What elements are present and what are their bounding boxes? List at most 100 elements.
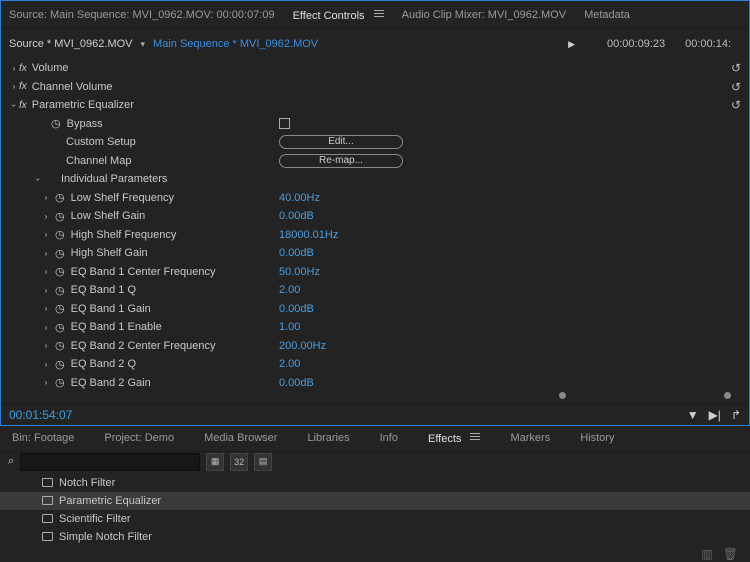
param-value[interactable]: 0.00dB <box>279 210 314 222</box>
effect-list-item[interactable]: Simple Notch Filter <box>0 528 750 546</box>
chevron-down-icon[interactable]: › <box>10 100 19 110</box>
param-row[interactable]: ›◷EQ Band 1 Gain0.00dB <box>1 300 749 319</box>
param-row[interactable]: ›◷EQ Band 1 Enable1.00 <box>1 318 749 337</box>
tab-markers[interactable]: Markers <box>510 432 550 444</box>
fx-icon[interactable]: fx <box>19 81 27 92</box>
param-value[interactable]: 40.00Hz <box>279 192 320 204</box>
panel-menu-icon[interactable] <box>470 431 480 442</box>
timecode-display[interactable]: 00:01:54:07 <box>9 408 72 422</box>
tab-bin[interactable]: Bin: Footage <box>12 432 74 444</box>
chevron-right-icon[interactable]: › <box>41 249 51 258</box>
chevron-right-icon[interactable]: › <box>41 286 51 295</box>
chevron-right-icon[interactable]: › <box>41 360 51 369</box>
edit-button[interactable]: Edit... <box>279 135 403 149</box>
stopwatch-icon[interactable]: ◷ <box>55 265 65 278</box>
playhead-icon[interactable]: ▶ <box>568 39 575 50</box>
bypass-checkbox[interactable] <box>279 118 290 129</box>
preset-badge-yuv[interactable]: ▤ <box>254 453 272 471</box>
chevron-right-icon[interactable]: › <box>41 323 51 332</box>
effect-channel-volume[interactable]: › fx Channel Volume ↺ <box>1 78 749 97</box>
export-frame-icon[interactable]: ↱ <box>731 408 741 422</box>
sequence-clip-label[interactable]: Main Sequence * MVI_0962.MOV <box>153 38 318 50</box>
chevron-right-icon[interactable]: › <box>41 304 51 313</box>
panel-footer: ▥ 🗑 <box>0 546 750 562</box>
chevron-right-icon[interactable]: › <box>41 341 51 350</box>
effect-volume[interactable]: › fx Volume ↺ <box>1 59 749 78</box>
stopwatch-icon[interactable]: ◷ <box>55 376 65 389</box>
chevron-right-icon[interactable]: › <box>41 230 51 239</box>
new-bin-icon[interactable]: ▥ <box>701 547 712 561</box>
scroll-handle-left[interactable] <box>559 392 566 399</box>
stopwatch-icon[interactable]: ◷ <box>55 358 65 371</box>
chevron-down-icon[interactable]: ▾ <box>141 39 146 50</box>
stopwatch-icon[interactable]: ◷ <box>55 339 65 352</box>
tab-audio-mixer[interactable]: Audio Clip Mixer: MVI_0962.MOV <box>402 9 566 21</box>
scroll-handle-right[interactable] <box>724 392 731 399</box>
zoom-scrollbar[interactable] <box>1 389 749 403</box>
panel-menu-icon[interactable] <box>374 8 384 19</box>
stopwatch-icon[interactable]: ◷ <box>55 247 65 260</box>
stopwatch-icon[interactable]: ◷ <box>55 210 65 223</box>
reset-icon[interactable]: ↺ <box>731 80 741 94</box>
param-row[interactable]: ›◷Low Shelf Gain0.00dB <box>1 207 749 226</box>
param-value[interactable]: 200.00Hz <box>279 340 326 352</box>
effect-list-item[interactable]: Scientific Filter <box>0 510 750 528</box>
stopwatch-icon[interactable]: ◷ <box>51 117 61 130</box>
effects-search-input[interactable] <box>20 453 200 471</box>
param-value[interactable]: 1.00 <box>279 321 300 333</box>
param-value[interactable]: 18000.01Hz <box>279 229 338 241</box>
tab-source[interactable]: Source: Main Sequence: MVI_0962.MOV: 00:… <box>9 9 275 21</box>
param-value[interactable]: 0.00dB <box>279 247 314 259</box>
tab-history[interactable]: History <box>580 432 614 444</box>
reset-icon[interactable]: ↺ <box>731 98 741 112</box>
preset-badge-1[interactable]: ▦ <box>206 453 224 471</box>
stopwatch-icon[interactable]: ◷ <box>55 302 65 315</box>
fx-icon[interactable]: fx <box>19 63 27 74</box>
tab-info[interactable]: Info <box>380 432 398 444</box>
reset-icon[interactable]: ↺ <box>731 61 741 75</box>
param-row[interactable]: ›◷Low Shelf Frequency40.00Hz <box>1 189 749 208</box>
source-clip-label[interactable]: Source * MVI_0962.MOV <box>9 38 133 50</box>
tab-media-browser[interactable]: Media Browser <box>204 432 277 444</box>
param-value[interactable]: 2.00 <box>279 284 300 296</box>
tab-libraries[interactable]: Libraries <box>307 432 349 444</box>
tab-project[interactable]: Project: Demo <box>104 432 174 444</box>
filter-icon[interactable]: ▼ <box>687 408 699 422</box>
chevron-right-icon[interactable]: › <box>41 267 51 276</box>
tab-metadata[interactable]: Metadata <box>584 9 630 21</box>
effect-list-item[interactable]: Parametric Equalizer <box>0 492 750 510</box>
fx-icon[interactable]: fx <box>19 100 27 111</box>
param-value[interactable]: 0.00dB <box>279 303 314 315</box>
chevron-down-icon[interactable]: › <box>34 174 43 184</box>
stopwatch-icon[interactable]: ◷ <box>55 284 65 297</box>
param-row[interactable]: ›◷EQ Band 2 Gain0.00dB <box>1 374 749 390</box>
param-row[interactable]: ›◷High Shelf Gain0.00dB <box>1 244 749 263</box>
stopwatch-icon[interactable]: ◷ <box>55 191 65 204</box>
chevron-right-icon[interactable]: › <box>41 193 51 202</box>
chevron-right-icon[interactable]: › <box>9 82 19 91</box>
preset-badge-32[interactable]: 32 <box>230 453 248 471</box>
param-row[interactable]: ›◷High Shelf Frequency18000.01Hz <box>1 226 749 245</box>
effect-parametric-eq[interactable]: › fx Parametric Equalizer ↺ <box>1 96 749 115</box>
remap-button[interactable]: Re-map... <box>279 154 403 168</box>
param-value[interactable]: 2.00 <box>279 358 300 370</box>
chevron-right-icon[interactable]: › <box>9 64 19 73</box>
chevron-right-icon[interactable]: › <box>41 378 51 387</box>
param-value[interactable]: 0.00dB <box>279 377 314 389</box>
param-row[interactable]: ›◷EQ Band 2 Center Frequency200.00Hz <box>1 337 749 356</box>
effect-list-item[interactable]: Notch Filter <box>0 474 750 492</box>
param-row[interactable]: ›◷EQ Band 1 Q2.00 <box>1 281 749 300</box>
timeline-tick-1: 00:00:09:23 <box>607 38 665 50</box>
stopwatch-icon[interactable]: ◷ <box>55 228 65 241</box>
tab-effects[interactable]: Effects <box>428 431 481 445</box>
param-value[interactable]: 50.00Hz <box>279 266 320 278</box>
tab-effect-controls[interactable]: Effect Controls <box>293 8 384 22</box>
delete-icon[interactable]: 🗑 <box>723 547 738 561</box>
play-only-icon[interactable]: ▶| <box>709 408 721 422</box>
param-row[interactable]: ›◷EQ Band 1 Center Frequency50.00Hz <box>1 263 749 282</box>
chevron-right-icon[interactable]: › <box>41 212 51 221</box>
group-individual-params[interactable]: › Individual Parameters <box>1 170 749 189</box>
stopwatch-icon[interactable]: ◷ <box>55 321 65 334</box>
param-row[interactable]: ›◷EQ Band 2 Q2.00 <box>1 355 749 374</box>
param-bypass[interactable]: ◷ Bypass <box>1 115 749 134</box>
